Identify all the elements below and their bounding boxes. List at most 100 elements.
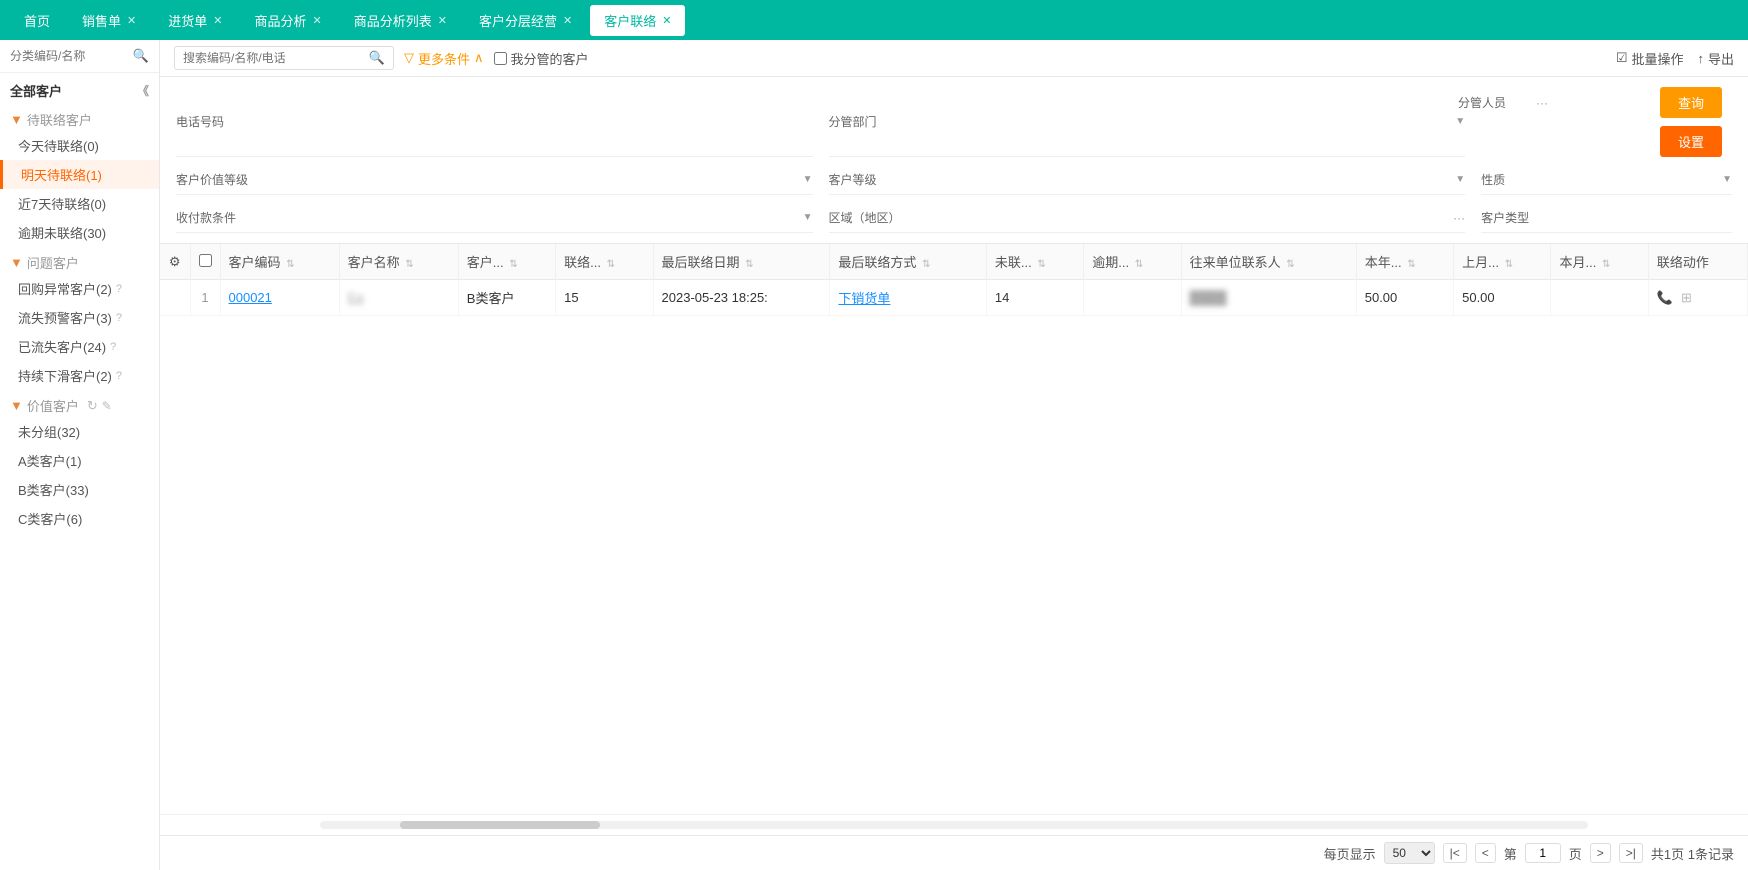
sidebar-item-today[interactable]: 今天待联络(0) <box>0 131 159 160</box>
sidebar-item-overdue[interactable]: 逾期未联络(30) <box>0 218 159 247</box>
select-all-checkbox[interactable] <box>199 254 212 267</box>
th-contact-person: 往来单位联系人 ⇅ <box>1181 244 1356 280</box>
filter-gender-input[interactable] <box>1559 173 1714 187</box>
nav-purchase-close[interactable]: ✕ <box>213 14 222 27</box>
export-btn[interactable]: ↑ 导出 <box>1697 49 1734 68</box>
filter-customer-type-input[interactable] <box>1559 211 1732 225</box>
filter-area-input[interactable] <box>909 211 1446 225</box>
filter-payment-input[interactable] <box>254 211 795 225</box>
sort-contacts-icon[interactable]: ⇅ <box>607 259 615 270</box>
sidebar-item-declining[interactable]: 持续下滑客户(2) ? <box>0 361 159 390</box>
sidebar-item-churned[interactable]: 已流失客户(24) ? <box>0 332 159 361</box>
sort-uncontacted-icon[interactable]: ⇅ <box>1037 259 1045 270</box>
my-customers-checkbox[interactable] <box>494 52 507 65</box>
filter-dept: 分管部门 ▼ <box>829 87 1466 157</box>
last-page-btn[interactable]: >| <box>1619 843 1643 863</box>
last-contact-method-link[interactable]: 下销货单 <box>838 291 890 306</box>
search-input[interactable] <box>183 51 363 65</box>
filter-phone-input[interactable] <box>254 115 813 129</box>
nav-customer-contact-close[interactable]: ✕ <box>662 14 671 27</box>
filter-customer-type: 客户类型 <box>1481 203 1732 233</box>
next-page-btn[interactable]: > <box>1590 843 1611 863</box>
sidebar-item-repurchase-abnormal[interactable]: 回购异常客户(2) ? <box>0 274 159 303</box>
nav-customer-tier[interactable]: 客户分层经营 ✕ <box>465 5 586 36</box>
sort-code-icon[interactable]: ⇅ <box>286 259 294 270</box>
sidebar-item-a-class[interactable]: A类客户(1) <box>0 446 159 475</box>
nav-product-analysis-list[interactable]: 商品分析列表 ✕ <box>340 5 461 36</box>
bulk-op-btn[interactable]: ☑ 批量操作 <box>1616 49 1684 68</box>
nav-home[interactable]: 首页 <box>10 5 64 36</box>
gender-dropdown-icon[interactable]: ▼ <box>1722 174 1732 185</box>
sort-this-year-icon[interactable]: ⇅ <box>1407 259 1415 270</box>
sort-type-icon[interactable]: ⇅ <box>509 259 517 270</box>
sidebar-item-c-class[interactable]: C类客户(6) <box>0 504 159 533</box>
dept-dropdown-icon[interactable]: ▼ <box>1455 116 1465 127</box>
filter-customer-value-input[interactable] <box>256 173 795 187</box>
nav-customer-contact[interactable]: 客户联络 ✕ <box>590 5 685 36</box>
customer-level-dropdown-icon[interactable]: ▼ <box>1455 174 1465 185</box>
nav-product-analysis-close[interactable]: ✕ <box>313 14 322 27</box>
customer-code-link[interactable]: 000021 <box>229 290 272 305</box>
row-this-year: 50.00 <box>1356 280 1453 316</box>
th-uncontacted: 未联... ⇅ <box>986 244 1083 280</box>
sidebar-search-input[interactable] <box>10 49 133 63</box>
table-wrap: ⚙ 客户编码 ⇅ 客户名称 ⇅ <box>160 244 1748 814</box>
sidebar-item-churn-warning[interactable]: 流失预警客户(3) ? <box>0 303 159 332</box>
page-number-input[interactable] <box>1525 843 1561 863</box>
sort-last-date-icon[interactable]: ⇅ <box>745 259 753 270</box>
value-refresh-icon[interactable]: ↻ <box>87 398 98 414</box>
filter-icon: ▽ <box>404 50 414 66</box>
customer-name-link[interactable]: Ea <box>348 290 364 305</box>
sort-this-month-icon[interactable]: ⇅ <box>1602 259 1610 270</box>
nav-sales-close[interactable]: ✕ <box>127 14 136 27</box>
filter-dept-input[interactable] <box>907 115 1448 129</box>
sort-last-month-icon[interactable]: ⇅ <box>1505 259 1513 270</box>
search-icon[interactable]: 🔍 <box>369 50 385 66</box>
help-icon-churned: ? <box>110 341 116 353</box>
toolbar-right: ☑ 批量操作 ↑ 导出 <box>1616 49 1734 68</box>
row-code: 000021 <box>220 280 339 316</box>
filter-customer-level: 客户等级 ▼ <box>829 165 1466 195</box>
contact-person-value: ████ <box>1190 290 1227 305</box>
grid-action-icon[interactable]: ⊞ <box>1681 290 1692 306</box>
phone-action-icon[interactable]: 📞 <box>1657 290 1673 306</box>
sort-contact-person-icon[interactable]: ⇅ <box>1286 259 1294 270</box>
th-checkbox <box>190 244 220 280</box>
nav-product-analysis-list-close[interactable]: ✕ <box>438 14 447 27</box>
gear-icon[interactable]: ⚙ <box>169 254 181 269</box>
main-layout: 🔍 全部客户 《 ▼ 待联络客户 今天待联络(0) 明天待联络(1) 近7天待联… <box>0 40 1748 870</box>
more-conditions-btn[interactable]: ▽ 更多条件 ∧ <box>404 49 484 68</box>
nav-product-analysis[interactable]: 商品分析 ✕ <box>240 5 335 36</box>
customer-value-dropdown-icon[interactable]: ▼ <box>803 174 813 185</box>
sort-last-method-icon[interactable]: ⇅ <box>922 259 930 270</box>
first-page-btn[interactable]: |< <box>1443 843 1467 863</box>
content-area: 🔍 ▽ 更多条件 ∧ 我分管的客户 ☑ 批量操作 ↑ 导出 <box>160 40 1748 870</box>
th-action: 联络动作 <box>1648 244 1747 280</box>
sidebar-item-b-class[interactable]: B类客户(33) <box>0 475 159 504</box>
prev-page-btn[interactable]: < <box>1475 843 1496 863</box>
sidebar-all-customers-header: 全部客户 《 <box>0 73 159 104</box>
sidebar-item-7days[interactable]: 近7天待联络(0) <box>0 189 159 218</box>
settings-btn[interactable]: 设置 <box>1660 126 1722 157</box>
sidebar-collapse-btn[interactable]: 《 <box>137 82 149 99</box>
per-page-select[interactable]: 50 100 <box>1384 842 1435 864</box>
nav-purchase[interactable]: 进货单 ✕ <box>154 5 236 36</box>
value-edit-icon[interactable]: ✎ <box>102 399 112 413</box>
sort-overdue-icon[interactable]: ⇅ <box>1135 259 1143 270</box>
filter-customer-level-input[interactable] <box>907 173 1448 187</box>
my-customers-checkbox-wrap[interactable]: 我分管的客户 <box>494 49 589 68</box>
sidebar-item-ungrouped[interactable]: 未分组(32) <box>0 417 159 446</box>
table-body: 1 000021 Ea B类客户 15 <box>160 280 1748 316</box>
sort-name-icon[interactable]: ⇅ <box>405 259 413 270</box>
all-customers-label[interactable]: 全部客户 <box>10 81 62 100</box>
scrollbar-thumb[interactable] <box>400 821 600 829</box>
nav-sales[interactable]: 销售单 ✕ <box>68 5 150 36</box>
sidebar-search-icon[interactable]: 🔍 <box>133 48 149 64</box>
nav-customer-tier-close[interactable]: ✕ <box>563 14 572 27</box>
query-btn[interactable]: 查询 <box>1660 87 1722 118</box>
area-more-icon[interactable]: ··· <box>1453 211 1465 225</box>
sidebar-item-tomorrow[interactable]: 明天待联络(1) <box>0 160 159 189</box>
payment-dropdown-icon[interactable]: ▼ <box>803 212 813 223</box>
row-last-date: 2023-05-23 18:25: <box>653 280 830 316</box>
manager-more-icon[interactable]: ··· <box>1536 96 1548 110</box>
